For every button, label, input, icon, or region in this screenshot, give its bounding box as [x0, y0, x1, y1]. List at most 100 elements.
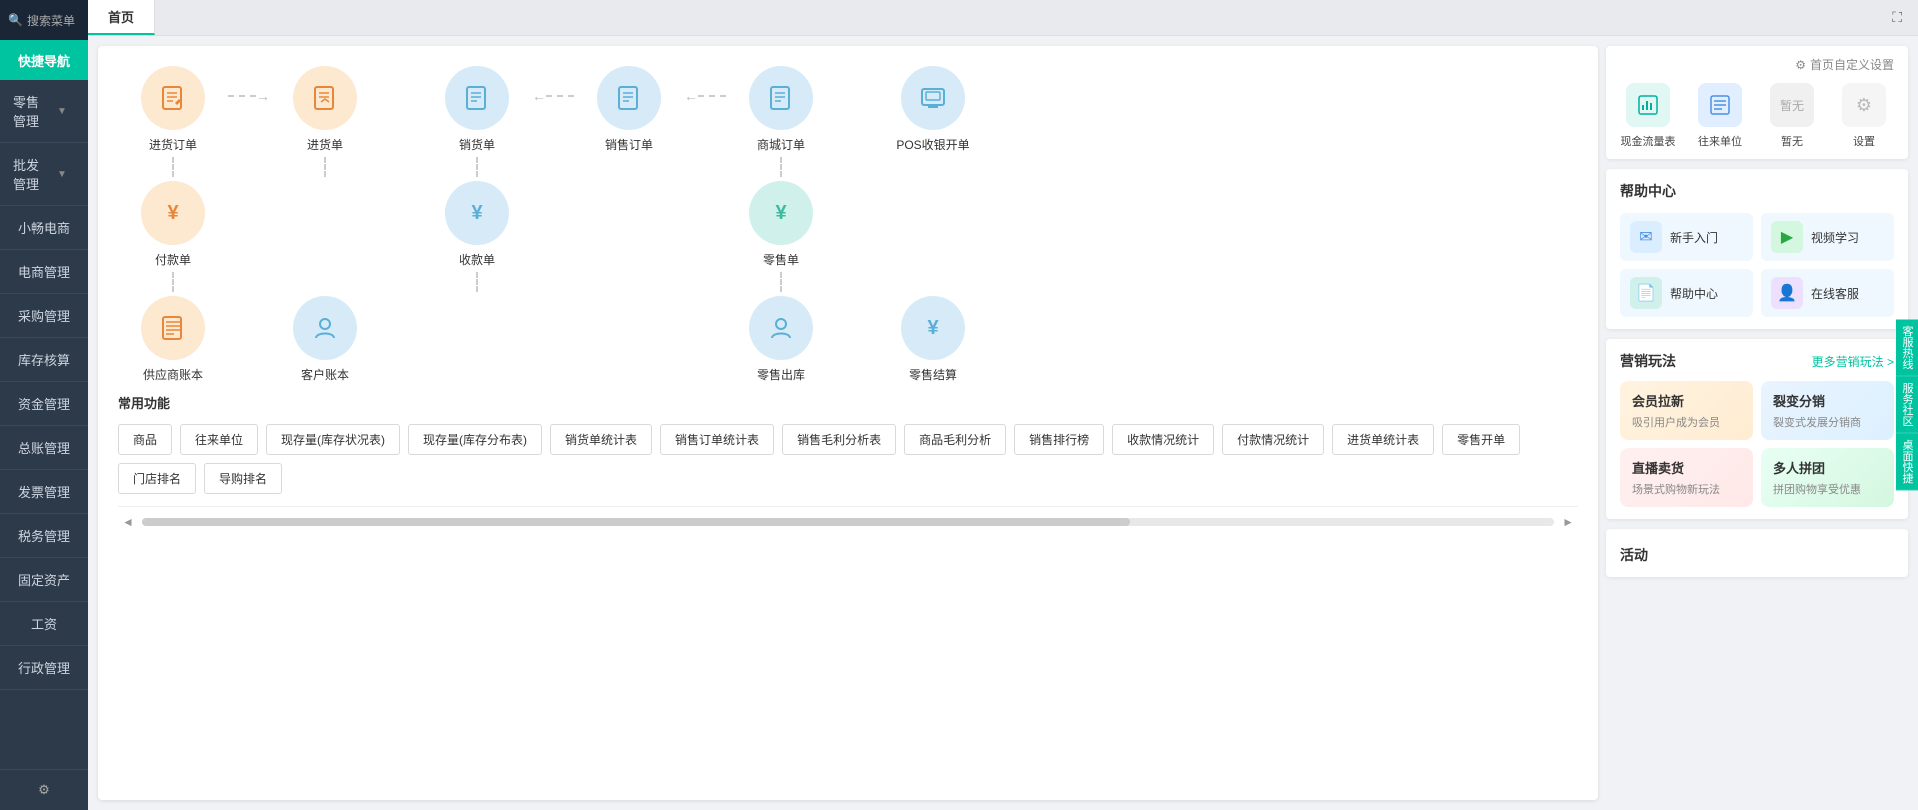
- flow-node-retail-settle[interactable]: ¥ 零售结算: [878, 296, 988, 383]
- sidebar-item-label: 资金管理: [8, 394, 80, 413]
- card-subtitle: 裂变式发展分销商: [1773, 414, 1882, 430]
- func-btn-receipt-stat[interactable]: 收款情况统计: [1112, 424, 1214, 455]
- scroll-track[interactable]: [142, 518, 1554, 526]
- chevron-down-icon: ▼: [44, 169, 80, 180]
- marketing-card-fission[interactable]: 裂变分销 裂变式发展分销商: [1761, 381, 1894, 440]
- quick-icon-cashflow[interactable]: 现金流量表: [1620, 83, 1676, 149]
- flow-circle-purchase: [293, 66, 357, 130]
- func-btn-stock2[interactable]: 现存量(库存分布表): [408, 424, 542, 455]
- help-item-video[interactable]: ▶ 视频学习: [1761, 213, 1894, 261]
- flow-node-sales[interactable]: 销货单: [422, 66, 532, 153]
- help-title: 帮助中心: [1620, 181, 1894, 201]
- sidebar-item-invoice[interactable]: 发票管理: [0, 470, 88, 514]
- float-btn-desktop[interactable]: 桌面快捷: [1896, 434, 1918, 491]
- node-label: 零售单: [763, 251, 799, 268]
- flow-node-mall-order[interactable]: 商城订单: [726, 66, 836, 153]
- sidebar-item-purchase[interactable]: 采购管理: [0, 294, 88, 338]
- quick-icon-units[interactable]: 往来单位: [1692, 83, 1748, 149]
- settings-label: 设置: [1853, 133, 1875, 149]
- func-btn-guide-rank[interactable]: 导购排名: [204, 463, 282, 494]
- sidebar-item-admin[interactable]: 行政管理: [0, 646, 88, 690]
- func-btn-store-rank[interactable]: 门店排名: [118, 463, 196, 494]
- nav-label: 快捷导航: [18, 51, 70, 70]
- tab-home[interactable]: 首页: [88, 0, 155, 35]
- func-btn-payment-stat[interactable]: 付款情况统计: [1222, 424, 1324, 455]
- scroll-left-btn[interactable]: ◄: [118, 513, 138, 531]
- card-title: 会员拉新: [1632, 391, 1741, 410]
- flow-node-supplier-ledger[interactable]: 供应商账本: [118, 296, 228, 383]
- func-btn-purchase-stat[interactable]: 进货单统计表: [1332, 424, 1434, 455]
- card-subtitle: 场景式购物新玩法: [1632, 481, 1741, 497]
- flow-circle-receipt: ¥: [445, 181, 509, 245]
- flow-node-customer-ledger[interactable]: 客户账本: [270, 296, 380, 383]
- sidebar-item-label: 行政管理: [8, 658, 80, 677]
- quick-access-settings-label[interactable]: 首页自定义设置: [1810, 56, 1894, 73]
- float-btn-service[interactable]: 客服热线: [1896, 320, 1918, 377]
- sidebar-item-payroll[interactable]: 工资: [0, 602, 88, 646]
- sidebar-item-ledger[interactable]: 总账管理: [0, 426, 88, 470]
- func-btn-sales-stat[interactable]: 销货单统计表: [550, 424, 652, 455]
- main-content: 首页 ⛶: [88, 0, 1918, 810]
- service-hot-label: 客服热线: [1899, 326, 1915, 370]
- card-subtitle: 拼团购物享受优惠: [1773, 481, 1882, 497]
- node-label: 进货单: [307, 136, 343, 153]
- func-btn-order-stat[interactable]: 销售订单统计表: [660, 424, 774, 455]
- flow-node-retail-order[interactable]: ¥ 零售单: [726, 181, 836, 268]
- marketing-card-member[interactable]: 会员拉新 吸引用户成为会员: [1620, 381, 1753, 440]
- video-label: 视频学习: [1811, 229, 1859, 246]
- sidebar-item-funds[interactable]: 资金管理: [0, 382, 88, 426]
- sidebar-item-ecommerce-small[interactable]: 小畅电商: [0, 206, 88, 250]
- marketing-card-group[interactable]: 多人拼团 拼团购物享受优惠: [1761, 448, 1894, 507]
- flow-node-payment[interactable]: ¥ 付款单: [118, 181, 228, 268]
- cashflow-icon-box: [1626, 83, 1670, 127]
- quick-icon-settings[interactable]: ⚙ 设置: [1836, 83, 1892, 149]
- node-label: 零售结算: [909, 366, 957, 383]
- gear-icon: ⚙: [38, 782, 50, 798]
- sidebar-item-assets[interactable]: 固定资产: [0, 558, 88, 602]
- sidebar-item-label: 库存核算: [8, 350, 80, 369]
- flow-node-sales-order[interactable]: 销售订单: [574, 66, 684, 153]
- scroll-bar: ◄ ►: [118, 506, 1578, 537]
- func-btn-margin2[interactable]: 商品毛利分析: [904, 424, 1006, 455]
- flow-node-purchase[interactable]: 进货单: [270, 66, 380, 153]
- help-item-service[interactable]: 👤 在线客服: [1761, 269, 1894, 317]
- quick-icon-none[interactable]: 暂无 暂无: [1764, 83, 1820, 149]
- flow-node-pos[interactable]: POS收银开单: [878, 66, 988, 153]
- fullscreen-button[interactable]: ⛶: [1886, 5, 1908, 30]
- func-btn-margin1[interactable]: 销售毛利分析表: [782, 424, 896, 455]
- card-title: 多人拼团: [1773, 458, 1882, 477]
- marketing-section: 营销玩法 更多营销玩法 > 会员拉新 吸引用户成为会员 裂变分销 裂变式发展分销…: [1606, 339, 1908, 519]
- sidebar-item-retail[interactable]: 零售管理 ▼: [0, 80, 88, 143]
- help-section: 帮助中心 ✉ 新手入门 ▶ 视频学习 📄 帮助中心 👤: [1606, 169, 1908, 329]
- marketing-more-btn[interactable]: 更多营销玩法 >: [1812, 353, 1894, 370]
- scroll-thumb: [142, 518, 1131, 526]
- sidebar-item-tax[interactable]: 税务管理: [0, 514, 88, 558]
- sidebar-item-inventory[interactable]: 库存核算: [0, 338, 88, 382]
- flow-circle-retail-settle: ¥: [901, 296, 965, 360]
- help-item-beginner[interactable]: ✉ 新手入门: [1620, 213, 1753, 261]
- func-btn-rank[interactable]: 销售排行榜: [1014, 424, 1104, 455]
- help-item-help[interactable]: 📄 帮助中心: [1620, 269, 1753, 317]
- marketing-grid: 会员拉新 吸引用户成为会员 裂变分销 裂变式发展分销商 直播卖货 场景式购物新玩…: [1620, 381, 1894, 507]
- card-title: 直播卖货: [1632, 458, 1741, 477]
- flow-node-retail-out[interactable]: 零售出库: [726, 296, 836, 383]
- func-btn-goods[interactable]: 商品: [118, 424, 172, 455]
- sidebar-search[interactable]: 🔍 搜索菜单: [0, 0, 88, 40]
- search-icon: 🔍: [8, 13, 23, 27]
- func-btn-retail-order[interactable]: 零售开单: [1442, 424, 1520, 455]
- flow-node-purchase-order[interactable]: 进货订单: [118, 66, 228, 153]
- flow-node-receipt[interactable]: ¥ 收款单: [422, 181, 532, 268]
- func-btn-units[interactable]: 往来单位: [180, 424, 258, 455]
- node-label: 进货订单: [149, 136, 197, 153]
- flow-circle-sales: [445, 66, 509, 130]
- sidebar-item-ecommerce[interactable]: 电商管理: [0, 250, 88, 294]
- func-btn-stock1[interactable]: 现存量(库存状况表): [266, 424, 400, 455]
- sidebar-item-label: 工资: [8, 614, 80, 633]
- sidebar: 🔍 搜索菜单 快捷导航 零售管理 ▼ 批发管理 ▼ 小畅电商 电商管理 采购管理…: [0, 0, 88, 810]
- sidebar-item-wholesale[interactable]: 批发管理 ▼: [0, 143, 88, 206]
- scroll-right-btn[interactable]: ►: [1558, 513, 1578, 531]
- sidebar-settings[interactable]: ⚙: [0, 769, 88, 810]
- marketing-title: 营销玩法: [1620, 351, 1676, 371]
- marketing-card-live[interactable]: 直播卖货 场景式购物新玩法: [1620, 448, 1753, 507]
- float-btn-community[interactable]: 服务社区: [1896, 377, 1918, 434]
